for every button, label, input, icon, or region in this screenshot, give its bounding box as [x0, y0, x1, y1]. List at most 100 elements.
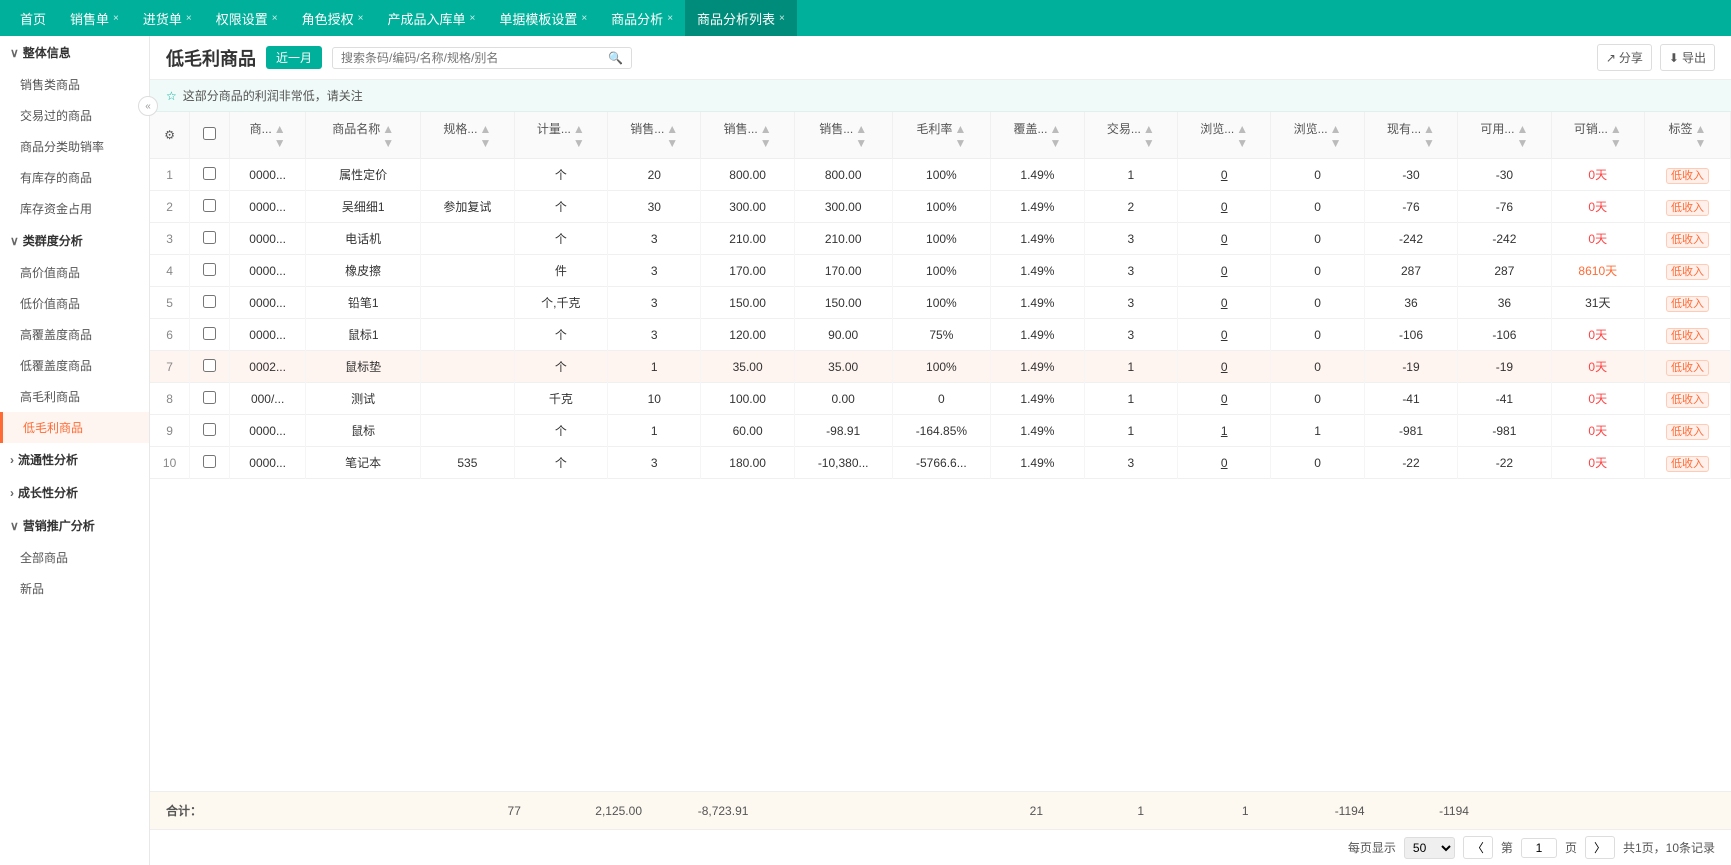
row-checkbox-cell[interactable]	[190, 447, 230, 479]
sidebar-item-高价值商品[interactable]: 高价值商品	[0, 257, 149, 288]
row-tag: 低收入	[1644, 223, 1730, 255]
col-settings[interactable]: ⚙	[150, 112, 190, 159]
row-browse1[interactable]: 0	[1178, 319, 1271, 351]
close-icon[interactable]: ×	[272, 13, 278, 24]
row-gross-rate: 100%	[892, 159, 991, 191]
sidebar-group-3[interactable]: ›成长性分析	[0, 476, 149, 509]
sidebar-group-2[interactable]: ›流通性分析	[0, 443, 149, 476]
row-browse1[interactable]: 0	[1178, 383, 1271, 415]
close-icon[interactable]: ×	[186, 13, 192, 24]
col-sales-profit[interactable]: 销售...▲▼	[794, 112, 892, 159]
nav-item-首页[interactable]: 首页	[8, 0, 58, 36]
sidebar-item-有库存的商品[interactable]: 有库存的商品	[0, 162, 149, 193]
row-checkbox-cell[interactable]	[190, 255, 230, 287]
sidebar-group-4[interactable]: ∨营销推广分析	[0, 509, 149, 542]
sidebar-item-交易过的商品[interactable]: 交易过的商品	[0, 100, 149, 131]
row-checkbox-cell[interactable]	[190, 351, 230, 383]
col-saleable[interactable]: 可销...▲▼	[1551, 112, 1644, 159]
nav-item-单据模板设置[interactable]: 单据模板设置×	[487, 0, 599, 36]
sidebar-item-新品[interactable]: 新品	[0, 573, 149, 604]
sidebar-item-商品分类助销率[interactable]: 商品分类助销率	[0, 131, 149, 162]
col-gross-rate[interactable]: 毛利率▲▼	[892, 112, 991, 159]
col-code[interactable]: 商...▲▼	[230, 112, 306, 159]
nav-item-商品分析列表[interactable]: 商品分析列表×	[685, 0, 797, 36]
col-browse2[interactable]: 浏览...▲▼	[1271, 112, 1364, 159]
row-checkbox-cell[interactable]	[190, 383, 230, 415]
row-browse1[interactable]: 0	[1178, 287, 1271, 319]
prev-page-button[interactable]: 〈	[1463, 836, 1493, 859]
sidebar-item-销售类商品[interactable]: 销售类商品	[0, 69, 149, 100]
row-checkbox[interactable]	[203, 199, 216, 212]
nav-item-角色授权[interactable]: 角色授权×	[290, 0, 376, 36]
col-available[interactable]: 可用...▲▼	[1458, 112, 1551, 159]
row-checkbox-cell[interactable]	[190, 415, 230, 447]
sidebar-item-高毛利商品[interactable]: 高毛利商品	[0, 381, 149, 412]
col-spec[interactable]: 规格...▲▼	[421, 112, 515, 159]
close-icon[interactable]: ×	[469, 13, 475, 24]
page-number-input[interactable]	[1521, 838, 1557, 858]
table-row: 2 0000... 吴细细1 参加复试 个 30 300.00 300.00 1…	[150, 191, 1731, 223]
sidebar-item-全部商品[interactable]: 全部商品	[0, 542, 149, 573]
row-checkbox[interactable]	[203, 327, 216, 340]
row-checkbox[interactable]	[203, 167, 216, 180]
period-button[interactable]: 近一月	[266, 46, 322, 69]
row-current-stock: 287	[1364, 255, 1457, 287]
col-unit[interactable]: 计量...▲▼	[514, 112, 607, 159]
export-button[interactable]: ⬇ 导出	[1660, 44, 1715, 71]
row-browse1[interactable]: 1	[1178, 415, 1271, 447]
sidebar-item-低价值商品[interactable]: 低价值商品	[0, 288, 149, 319]
row-trade-count: 1	[1084, 383, 1177, 415]
sidebar-item-低覆盖度商品[interactable]: 低覆盖度商品	[0, 350, 149, 381]
close-icon[interactable]: ×	[667, 13, 673, 24]
sidebar-collapse-button[interactable]: «	[138, 96, 158, 116]
nav-item-销售单[interactable]: 销售单×	[58, 0, 131, 36]
row-checkbox[interactable]	[203, 423, 216, 436]
sidebar-group-0[interactable]: ∨整体信息	[0, 36, 149, 69]
share-button[interactable]: ↗ 分享	[1597, 44, 1652, 71]
row-browse1[interactable]: 0	[1178, 191, 1271, 223]
row-browse1[interactable]: 0	[1178, 255, 1271, 287]
row-checkbox-cell[interactable]	[190, 287, 230, 319]
nav-item-产成品入库单[interactable]: 产成品入库单×	[375, 0, 487, 36]
next-page-button[interactable]: 〉	[1585, 836, 1615, 859]
row-checkbox-cell[interactable]	[190, 159, 230, 191]
row-browse1[interactable]: 0	[1178, 447, 1271, 479]
close-icon[interactable]: ×	[358, 13, 364, 24]
row-checkbox[interactable]	[203, 295, 216, 308]
sidebar-item-库存资金占用[interactable]: 库存资金占用	[0, 193, 149, 224]
row-browse1[interactable]: 0	[1178, 351, 1271, 383]
sidebar-item-低毛利商品[interactable]: 低毛利商品	[0, 412, 149, 443]
col-sales-price[interactable]: 销售...▲▼	[701, 112, 794, 159]
row-browse1[interactable]: 0	[1178, 159, 1271, 191]
close-icon[interactable]: ×	[779, 13, 785, 24]
sidebar-item-高覆盖度商品[interactable]: 高覆盖度商品	[0, 319, 149, 350]
row-checkbox[interactable]	[203, 391, 216, 404]
sidebar-group-1[interactable]: ∨类群度分析	[0, 224, 149, 257]
close-icon[interactable]: ×	[113, 13, 119, 24]
col-browse1[interactable]: 浏览...▲▼	[1178, 112, 1271, 159]
row-checkbox[interactable]	[203, 231, 216, 244]
search-input[interactable]	[341, 51, 608, 65]
col-name[interactable]: 商品名称▲▼	[306, 112, 421, 159]
row-browse1[interactable]: 0	[1178, 223, 1271, 255]
row-checkbox-cell[interactable]	[190, 191, 230, 223]
nav-item-权限设置[interactable]: 权限设置×	[204, 0, 290, 36]
col-cover-rate[interactable]: 覆盖...▲▼	[991, 112, 1084, 159]
col-tag[interactable]: 标签▲▼	[1644, 112, 1730, 159]
select-all-checkbox[interactable]	[203, 127, 216, 140]
row-checkbox[interactable]	[203, 455, 216, 468]
col-checkbox[interactable]	[190, 112, 230, 159]
col-current-stock[interactable]: 现有...▲▼	[1364, 112, 1457, 159]
row-checkbox-cell[interactable]	[190, 319, 230, 351]
col-trade-count[interactable]: 交易...▲▼	[1084, 112, 1177, 159]
per-page-select[interactable]: 102050100	[1404, 837, 1455, 859]
nav-item-商品分析[interactable]: 商品分析×	[599, 0, 685, 36]
table-container[interactable]: ⚙ 商...▲▼ 商品名称▲▼ 规格...▲▼ 计量...▲▼ 销售...▲▼ …	[150, 112, 1731, 791]
nav-item-进货单[interactable]: 进货单×	[131, 0, 204, 36]
col-sales-qty[interactable]: 销售...▲▼	[608, 112, 701, 159]
row-checkbox[interactable]	[203, 263, 216, 276]
row-checkbox[interactable]	[203, 359, 216, 372]
row-checkbox-cell[interactable]	[190, 223, 230, 255]
search-icon[interactable]: 🔍	[608, 51, 623, 65]
close-icon[interactable]: ×	[581, 13, 587, 24]
